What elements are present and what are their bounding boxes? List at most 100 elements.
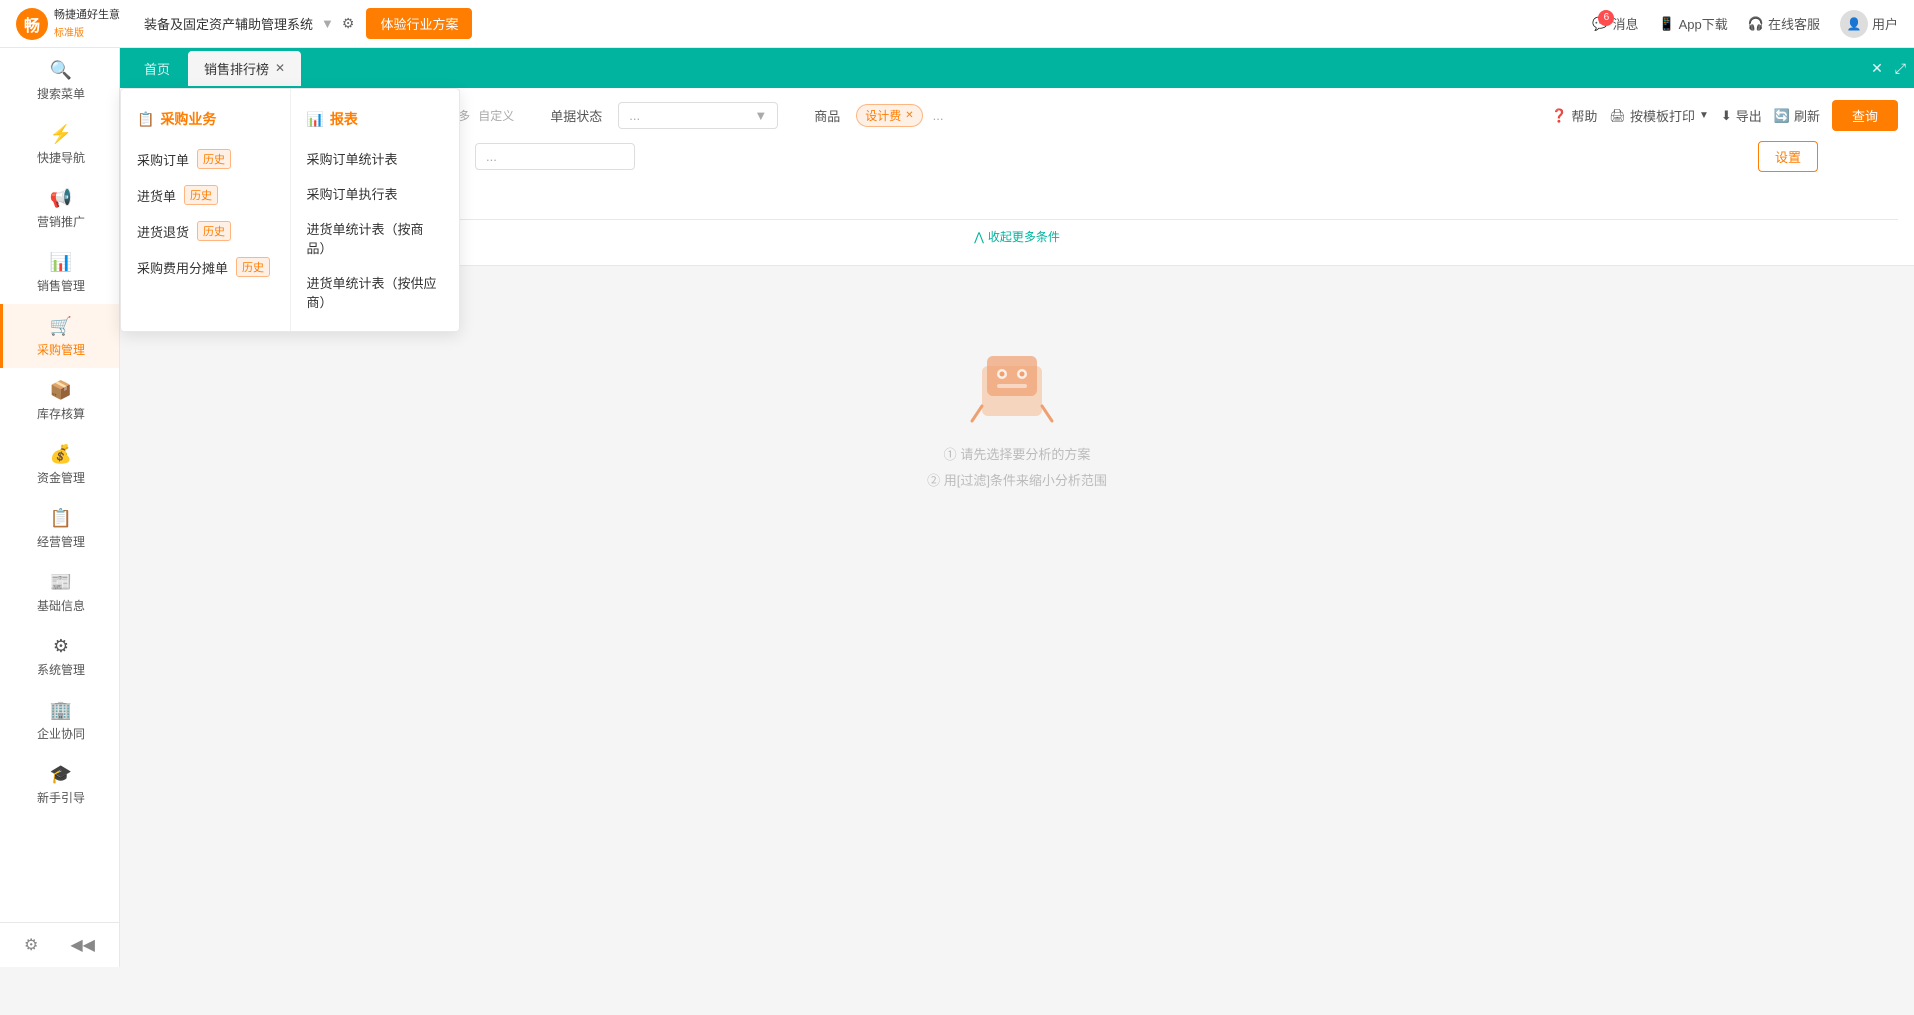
dropdown-report-col: 📊 报表 采购订单统计表 采购订单执行表 进货单统计表（按商品） 进货单统计表（… (291, 89, 460, 331)
sidebar-item-base-info[interactable]: 📰 基础信息 (0, 560, 119, 624)
top-bar: 畅 畅捷通好生意 标准版 装备及固定资产辅助管理系统 ▼ ⚙ 体验行业方案 💬 … (0, 0, 1914, 48)
sales-icon: 📊 (50, 252, 72, 273)
print-btn[interactable]: 🖨 按模板打印 ▼ (1609, 106, 1708, 125)
status-filter-select[interactable]: ... ▼ (618, 102, 778, 129)
tab-close-icon[interactable]: ✕ (275, 61, 285, 75)
order-exec-label: 采购订单执行表 (307, 184, 398, 203)
help-icon: ❓ (1551, 108, 1567, 124)
dropdown-item-order-stat[interactable]: 采购订单统计表 (291, 141, 460, 176)
sidebar-item-guide[interactable]: 🎓 新手引导 (0, 752, 119, 816)
sidebar-item-sales[interactable]: 📊 销售管理 (0, 240, 119, 304)
finance-icon: 💰 (50, 444, 72, 465)
tab-sales-rank[interactable]: 销售排行榜 ✕ (188, 51, 301, 86)
dropdown-item-cost[interactable]: 采购费用分摊单 历史 (121, 249, 290, 285)
industry-btn[interactable]: 体验行业方案 (366, 8, 472, 39)
dropdown-item-order-exec[interactable]: 采购订单执行表 (291, 176, 460, 211)
operations-icon: 📋 (50, 508, 72, 529)
cost-label: 采购费用分摊单 (137, 258, 228, 277)
dropdown-report-header: 📊 报表 (291, 101, 460, 141)
hint1-text: 请先选择要分析的方案 (960, 447, 1090, 462)
export-btn[interactable]: ⬇ 导出 (1721, 106, 1762, 125)
sidebar-label-operations: 经营管理 (37, 533, 85, 550)
inbound-stat-supplier-label: 进货单统计表（按供应商） (307, 273, 444, 311)
sidebar-settings-btn[interactable]: ⚙ (24, 935, 38, 955)
dropdown-purchase-header: 📋 采购业务 (121, 101, 290, 141)
tab-expand-icon[interactable]: ⤢ (1895, 60, 1906, 77)
inbound-stat-goods-label: 进货单统计表（按商品） (307, 219, 444, 257)
purchase-order-label: 采购订单 (137, 150, 189, 169)
export-label: 导出 (1736, 106, 1762, 125)
dropdown-item-inbound-stat-goods[interactable]: 进货单统计表（按商品） (291, 211, 460, 265)
report-header-label: 报表 (330, 109, 358, 129)
phone-icon: 📱 (1658, 16, 1674, 32)
sidebar-item-quick-nav[interactable]: ⚡ 快捷导航 (0, 112, 119, 176)
inbound-label: 进货单 (137, 186, 176, 205)
status-filter-placeholder: ... (629, 108, 640, 123)
dropdown-item-purchase-order[interactable]: 采购订单 历史 (121, 141, 290, 177)
messages-label: 消息 (1612, 14, 1638, 33)
sidebar-item-inventory[interactable]: 📦 库存核算 (0, 368, 119, 432)
goods-tag-text: 设计费 (865, 107, 901, 124)
sidebar-label-finance: 资金管理 (37, 469, 85, 486)
goods-tag-close[interactable]: ✕ (905, 110, 913, 121)
purchase-header-label: 采购业务 (160, 109, 216, 129)
print-arrow-icon: ▼ (1699, 110, 1709, 121)
sidebar-label-enterprise: 企业协同 (37, 725, 85, 742)
sidebar-label-sales: 销售管理 (37, 277, 85, 294)
system-title-text: 装备及固定资产辅助管理系统 (144, 14, 313, 33)
app-download-item[interactable]: 📱 App下载 (1658, 14, 1727, 33)
export-icon: ⬇ (1721, 108, 1732, 124)
dropdown-item-inbound[interactable]: 进货单 历史 (121, 177, 290, 213)
history-badge-1: 历史 (184, 185, 218, 205)
dropdown-item-return[interactable]: 进货退货 历史 (121, 213, 290, 249)
empty-icon (967, 346, 1067, 426)
refresh-btn[interactable]: 🔄 刷新 (1774, 106, 1820, 125)
purchase-header-icon: 📋 (137, 111, 154, 128)
print-label: 按模板打印 (1630, 106, 1695, 125)
date-custom-btn[interactable]: 自定义 (478, 107, 514, 124)
marketing-icon: 📢 (50, 188, 72, 209)
salesman-placeholder: ... (486, 149, 497, 164)
sidebar-item-purchase[interactable]: 🛒 采购管理 (0, 304, 119, 368)
sidebar-item-search[interactable]: 🔍 搜索菜单 (0, 48, 119, 112)
sidebar-label-base-info: 基础信息 (37, 597, 85, 614)
messages-item[interactable]: 💬 6 消息 (1592, 14, 1638, 33)
sidebar-label-search: 搜索菜单 (37, 85, 85, 102)
sidebar-collapse-btn[interactable]: ◀◀ (70, 935, 95, 955)
step1-num: ① (944, 447, 957, 462)
goods-tag: 设计费 ✕ (856, 104, 922, 127)
app-download-label: App下载 (1679, 14, 1728, 33)
query-btn[interactable]: 查询 (1832, 100, 1898, 131)
settings-icon[interactable]: ⚙ (342, 15, 355, 32)
goods-filter-area: 设计费 ✕ ... (856, 104, 943, 127)
goods-more-dots[interactable]: ... (933, 108, 944, 123)
logo-area: 畅 畅捷通好生意 标准版 (16, 8, 136, 40)
salesman-filter-select[interactable]: ... (475, 143, 635, 170)
dropdown-arrow-icon[interactable]: ▼ (321, 16, 334, 31)
online-service-item[interactable]: 🎧 在线客服 (1748, 14, 1820, 33)
sidebar-item-marketing[interactable]: 📢 营销推广 (0, 176, 119, 240)
print-icon: 🖨 (1609, 108, 1626, 124)
sidebar-item-system[interactable]: ⚙ 系统管理 (0, 624, 119, 688)
report-header-icon: 📊 (307, 111, 324, 128)
history-badge-2: 历史 (197, 221, 231, 241)
settings-btn[interactable]: 设置 (1758, 141, 1818, 172)
tab-sales-rank-label: 销售排行榜 (204, 59, 269, 78)
settings-btn-area: 设置 (1758, 141, 1818, 172)
online-service-label: 在线客服 (1768, 14, 1820, 33)
tab-window-close-icon[interactable]: ✕ (1871, 60, 1883, 77)
tab-home[interactable]: 首页 (128, 51, 186, 86)
sidebar-item-finance[interactable]: 💰 资金管理 (0, 432, 119, 496)
dropdown-item-inbound-stat-supplier[interactable]: 进货单统计表（按供应商） (291, 265, 460, 319)
refresh-label: 刷新 (1794, 106, 1820, 125)
help-btn[interactable]: ❓ 帮助 (1551, 106, 1597, 125)
empty-hint-1: ① 请先选择要分析的方案 (944, 442, 1091, 468)
inventory-icon: 📦 (50, 380, 72, 401)
logo-text: 畅捷通好生意 (54, 8, 120, 23)
sidebar-item-enterprise[interactable]: 🏢 企业协同 (0, 688, 119, 752)
search-icon: 🔍 (50, 60, 72, 81)
user-item[interactable]: 👤 用户 (1840, 10, 1898, 38)
headset-icon: 🎧 (1748, 16, 1764, 32)
sidebar-item-operations[interactable]: 📋 经营管理 (0, 496, 119, 560)
toolbar-right: ❓ 帮助 🖨 按模板打印 ▼ ⬇ 导出 🔄 刷新 (1551, 100, 1898, 131)
